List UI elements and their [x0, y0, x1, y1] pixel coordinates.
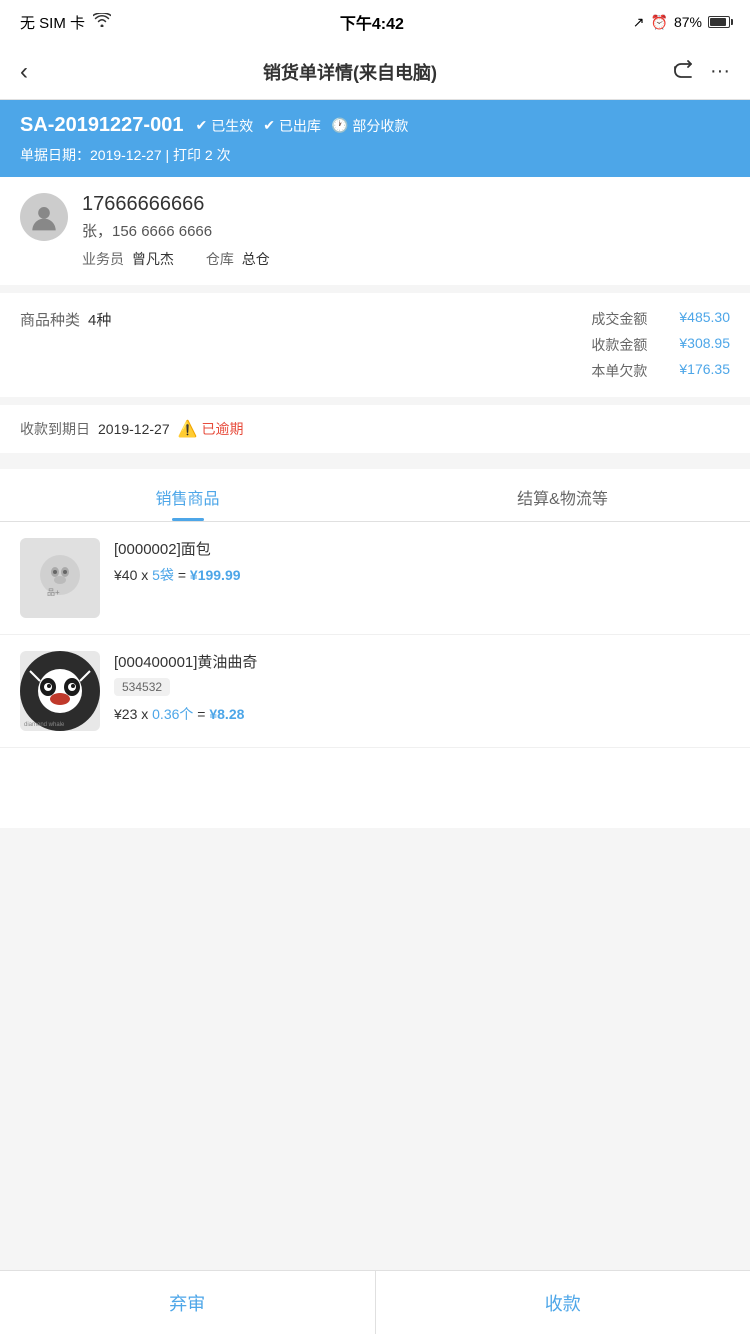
- clock-icon: 🕐: [331, 117, 348, 134]
- product-item: 品+ [0000002]面包 ¥40 x 5袋 = ¥199.99: [0, 522, 750, 635]
- status-bar: 无 SIM 卡 下午4:42 ↗ ⏰ 87%: [0, 0, 750, 44]
- category-count: 商品种类 4种: [20, 309, 111, 330]
- collect-payment-button[interactable]: 收款: [376, 1271, 750, 1334]
- product-name-2: [000400001]黄油曲奇: [114, 651, 730, 672]
- product-image-placeholder: 品+: [35, 550, 85, 607]
- tabs-section: 销售商品 结算&物流等: [0, 469, 750, 522]
- status-tag-shipped: ✔ 已出库: [263, 116, 321, 136]
- deal-amount: 成交金额 ¥485.30: [591, 309, 730, 329]
- alarm-icon: ⏰: [651, 14, 668, 31]
- product-info-1: [0000002]面包 ¥40 x 5袋 = ¥199.99: [114, 538, 730, 585]
- customer-section: 17666666666 张，156 6666 6666 业务员 曾凡杰 仓库 总…: [0, 177, 750, 293]
- location-icon: ↗: [633, 14, 645, 31]
- order-id: SA-20191227-001: [20, 114, 183, 137]
- back-button[interactable]: ‹: [20, 58, 28, 86]
- order-date: 单据日期：2019-12-27 | 打印 2 次: [20, 145, 730, 165]
- svg-text:品+: 品+: [47, 588, 60, 597]
- product-thumbnail-2: diamond whale: [20, 651, 100, 731]
- avatar: [20, 193, 68, 241]
- check-icon-shipped: ✔: [263, 117, 275, 134]
- battery-icon: [708, 16, 730, 28]
- wifi-icon: [93, 13, 111, 31]
- products-section: 品+ [0000002]面包 ¥40 x 5袋 = ¥199.99: [0, 522, 750, 828]
- overdue-text: 已逾期: [202, 419, 244, 439]
- customer-meta: 业务员 曾凡杰 仓库 总仓: [82, 249, 730, 269]
- status-left: 无 SIM 卡: [20, 12, 111, 33]
- product-badge-2: 534532: [114, 678, 170, 696]
- battery-percent: 87%: [674, 14, 702, 30]
- check-icon-active: ✔: [195, 117, 207, 134]
- product-item-2: diamond whale [000400001]黄油曲奇 534532 ¥23…: [0, 635, 750, 748]
- no-sim-text: 无 SIM 卡: [20, 12, 85, 33]
- bottom-bar: 弃审 收款: [0, 1270, 750, 1334]
- warehouse: 仓库 总仓: [206, 249, 270, 269]
- status-right: ↗ ⏰ 87%: [633, 14, 730, 31]
- sales-person: 业务员 曾凡杰: [82, 249, 174, 269]
- order-tags: ✔ 已生效 ✔ 已出库 🕐 部分收款: [195, 116, 408, 136]
- nav-bar: ‹ 销货单详情(来自电脑) ···: [0, 44, 750, 100]
- owed-amount: 本单欠款 ¥176.35: [591, 361, 730, 381]
- tab-products[interactable]: 销售商品: [0, 469, 375, 521]
- product-price-1: ¥40 x 5袋 = ¥199.99: [114, 565, 730, 585]
- amount-summary: 成交金额 ¥485.30 收款金额 ¥308.95 本单欠款 ¥176.35: [591, 309, 730, 381]
- status-tag-partial: 🕐 部分收款: [331, 116, 408, 136]
- cancel-review-button[interactable]: 弃审: [0, 1271, 376, 1334]
- share-icon[interactable]: [672, 58, 694, 86]
- overdue-badge: ⚠️ 已逾期: [178, 419, 244, 439]
- product-info-2: [000400001]黄油曲奇 534532 ¥23 x 0.36个 = ¥8.…: [114, 651, 730, 724]
- status-time: 下午4:42: [340, 10, 404, 34]
- customer-phone: 张，156 6666 6666: [82, 220, 730, 241]
- product-name-1: [0000002]面包: [114, 538, 730, 559]
- due-section: 收款到期日 2019-12-27 ⚠️ 已逾期: [0, 405, 750, 461]
- product-price-2: ¥23 x 0.36个 = ¥8.28: [114, 704, 730, 724]
- product-thumbnail-1: 品+: [20, 538, 100, 618]
- received-amount: 收款金额 ¥308.95: [591, 335, 730, 355]
- page-title: 销货单详情(来自电脑): [263, 59, 437, 85]
- order-header: SA-20191227-001 ✔ 已生效 ✔ 已出库 🕐 部分收款 单据日期：…: [0, 100, 750, 177]
- tab-settlement[interactable]: 结算&物流等: [375, 469, 750, 521]
- nav-actions: ···: [672, 58, 730, 86]
- summary-section: 商品种类 4种 成交金额 ¥485.30 收款金额 ¥308.95 本单欠款 ¥…: [0, 293, 750, 405]
- customer-info: 17666666666 张，156 6666 6666 业务员 曾凡杰 仓库 总…: [82, 193, 730, 269]
- status-tag-active: ✔ 已生效: [195, 116, 253, 136]
- customer-name: 17666666666: [82, 193, 730, 216]
- more-icon[interactable]: ···: [710, 60, 730, 83]
- overdue-icon: ⚠️: [178, 419, 198, 439]
- summary-row: 商品种类 4种 成交金额 ¥485.30 收款金额 ¥308.95 本单欠款 ¥…: [20, 309, 730, 381]
- scroll-space: [0, 748, 750, 828]
- svg-text:diamond whale: diamond whale: [24, 722, 65, 728]
